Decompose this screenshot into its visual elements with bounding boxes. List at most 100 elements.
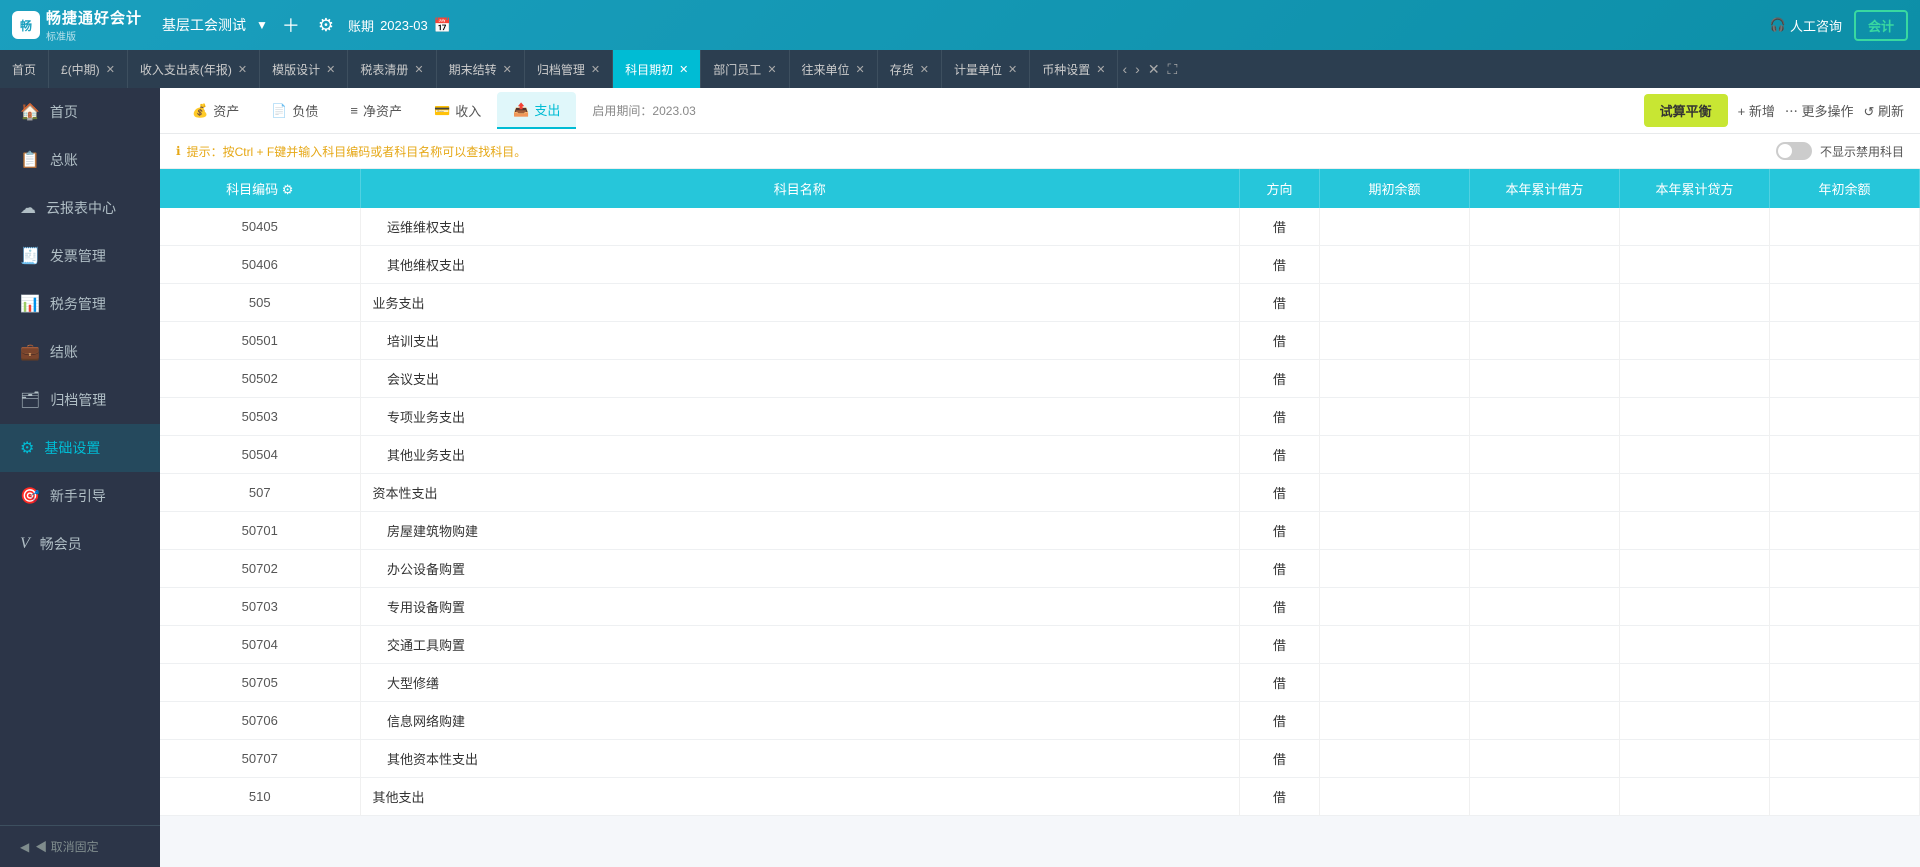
cell-code: 507	[160, 474, 360, 512]
sub-tab-expense[interactable]: 📤 支出	[497, 92, 576, 129]
account-button[interactable]: 会计	[1854, 10, 1908, 41]
sidebar-item-ledger[interactable]: 📋 总账	[0, 136, 160, 184]
table-row[interactable]: 510 其他支出 借	[160, 778, 1920, 816]
tab-dept[interactable]: 部门员工 ✕	[701, 50, 789, 88]
tab-nav-left[interactable]: ‹	[1118, 50, 1131, 88]
cell-credit	[1620, 702, 1770, 740]
cell-name: 会议支出	[360, 360, 1240, 398]
tab-close-icon[interactable]: ✕	[679, 63, 688, 76]
balance-button[interactable]: 试算平衡	[1644, 94, 1728, 127]
gear-icon: ⚙	[20, 438, 34, 458]
sub-tab-assets[interactable]: 💰 资产	[176, 93, 255, 128]
subject-table: 科目编码 ⚙ 科目名称 方向 期初余额 本年累计借方 本年累计贷方 年初余额 5…	[160, 169, 1920, 816]
table-row[interactable]: 507 资本性支出 借	[160, 474, 1920, 512]
cell-year-bal	[1770, 588, 1920, 626]
cell-code: 50701	[160, 512, 360, 550]
expense-icon: 📤	[513, 102, 529, 118]
tab-label: £(中期)	[61, 61, 100, 78]
company-name[interactable]: 基层工会测试	[162, 15, 246, 35]
table-row[interactable]: 50405 运维维权支出 借	[160, 208, 1920, 246]
sidebar-label: 首页	[50, 102, 78, 122]
sidebar-collapse-btn[interactable]: ◀ ◀ 取消固定	[0, 825, 160, 867]
tab-annual[interactable]: 收入支出表(年报) ✕	[128, 50, 260, 88]
cell-code: 510	[160, 778, 360, 816]
sidebar-item-home[interactable]: 🏠 首页	[0, 88, 160, 136]
tab-period-end[interactable]: 期末结转 ✕	[437, 50, 525, 88]
tab-inventory[interactable]: 存货 ✕	[878, 50, 942, 88]
sidebar-item-reports[interactable]: ☁ 云报表中心	[0, 184, 160, 232]
calendar-icon[interactable]: 📅	[434, 17, 451, 34]
cell-debit	[1470, 246, 1620, 284]
cell-debit	[1470, 284, 1620, 322]
table-row[interactable]: 50701 房屋建筑物购建 借	[160, 512, 1920, 550]
tab-archive[interactable]: 归档管理 ✕	[525, 50, 613, 88]
col-settings-icon[interactable]: ⚙	[282, 182, 294, 197]
cell-dir: 借	[1240, 284, 1320, 322]
tab-close-icon[interactable]: ✕	[238, 63, 247, 76]
service-button[interactable]: 🎧 人工咨询	[1770, 16, 1842, 35]
table-row[interactable]: 50703 专用设备购置 借	[160, 588, 1920, 626]
table-row[interactable]: 50406 其他维权支出 借	[160, 246, 1920, 284]
sidebar-item-tax[interactable]: 📊 税务管理	[0, 280, 160, 328]
sub-tab-income[interactable]: 💳 收入	[418, 93, 497, 128]
tab-template[interactable]: 模版设计 ✕	[260, 50, 348, 88]
tab-close-icon[interactable]: ✕	[920, 63, 929, 76]
period-label: 账期	[348, 16, 374, 35]
refresh-button[interactable]: ↺ 刷新	[1863, 101, 1904, 120]
disable-toggle[interactable]	[1776, 142, 1812, 160]
table-header-row: 科目编码 ⚙ 科目名称 方向 期初余额 本年累计借方 本年累计贷方 年初余额	[160, 169, 1920, 208]
table-row[interactable]: 50504 其他业务支出 借	[160, 436, 1920, 474]
add-company-button[interactable]: ＋	[278, 12, 304, 38]
sidebar-label: 税务管理	[50, 294, 106, 314]
settings-icon[interactable]: ⚙	[314, 15, 338, 36]
sub-tab-liabilities[interactable]: 📄 负债	[255, 93, 334, 128]
tab-close-all[interactable]: ✕	[1144, 50, 1164, 88]
liabilities-icon: 📄	[271, 103, 287, 119]
collapse-icon: ◀	[20, 840, 29, 854]
cell-name: 业务支出	[360, 284, 1240, 322]
tab-mid[interactable]: £(中期) ✕	[49, 50, 128, 88]
tab-close-icon[interactable]: ✕	[106, 63, 115, 76]
table-row[interactable]: 50503 专项业务支出 借	[160, 398, 1920, 436]
tab-label: 归档管理	[537, 61, 585, 78]
table-row[interactable]: 50707 其他资本性支出 借	[160, 740, 1920, 778]
sidebar-item-invoice[interactable]: 🧾 发票管理	[0, 232, 160, 280]
cell-debit	[1470, 740, 1620, 778]
sidebar-item-close[interactable]: 💼 结账	[0, 328, 160, 376]
tab-contacts[interactable]: 往来单位 ✕	[790, 50, 878, 88]
tab-nav-right[interactable]: ›	[1131, 50, 1144, 88]
tab-close-icon[interactable]: ✕	[767, 63, 776, 76]
sub-tab-net-assets[interactable]: ≡ 净资产	[334, 93, 418, 128]
tab-currency[interactable]: 币种设置 ✕	[1030, 50, 1118, 88]
table-row[interactable]: 50706 信息网络购建 借	[160, 702, 1920, 740]
more-actions-button[interactable]: ⋯ 更多操作	[1785, 101, 1854, 120]
tab-close-icon[interactable]: ✕	[414, 63, 423, 76]
tab-subject-init[interactable]: 科目期初 ✕	[613, 50, 701, 88]
table-row[interactable]: 505 业务支出 借	[160, 284, 1920, 322]
tab-expand[interactable]: ⛶	[1164, 50, 1182, 88]
tab-tax[interactable]: 税表清册 ✕	[348, 50, 436, 88]
tab-close-icon[interactable]: ✕	[856, 63, 865, 76]
sidebar-item-archive[interactable]: 🗂 归档管理	[0, 376, 160, 424]
guide-icon: 🎯	[20, 486, 40, 506]
company-dropdown-icon[interactable]: ▼	[256, 18, 268, 32]
tab-homepage[interactable]: 首页	[0, 50, 49, 88]
add-new-button[interactable]: + 新增	[1738, 101, 1775, 120]
sidebar-item-basic-settings[interactable]: ⚙ 基础设置	[0, 424, 160, 472]
tab-close-icon[interactable]: ✕	[1008, 63, 1017, 76]
table-row[interactable]: 50502 会议支出 借	[160, 360, 1920, 398]
cell-name: 办公设备购置	[360, 550, 1240, 588]
sidebar-item-member[interactable]: V 畅会员	[0, 520, 160, 568]
table-row[interactable]: 50705 大型修缮 借	[160, 664, 1920, 702]
tab-close-icon[interactable]: ✕	[1096, 63, 1105, 76]
tab-unit[interactable]: 计量单位 ✕	[942, 50, 1030, 88]
table-row[interactable]: 50704 交通工具购置 借	[160, 626, 1920, 664]
tab-close-icon[interactable]: ✕	[503, 63, 512, 76]
table-row[interactable]: 50702 办公设备购置 借	[160, 550, 1920, 588]
cell-dir: 借	[1240, 588, 1320, 626]
sidebar-item-guide[interactable]: 🎯 新手引导	[0, 472, 160, 520]
table-row[interactable]: 50501 培训支出 借	[160, 322, 1920, 360]
tab-close-icon[interactable]: ✕	[326, 63, 335, 76]
cell-balance	[1320, 322, 1470, 360]
tab-close-icon[interactable]: ✕	[591, 63, 600, 76]
